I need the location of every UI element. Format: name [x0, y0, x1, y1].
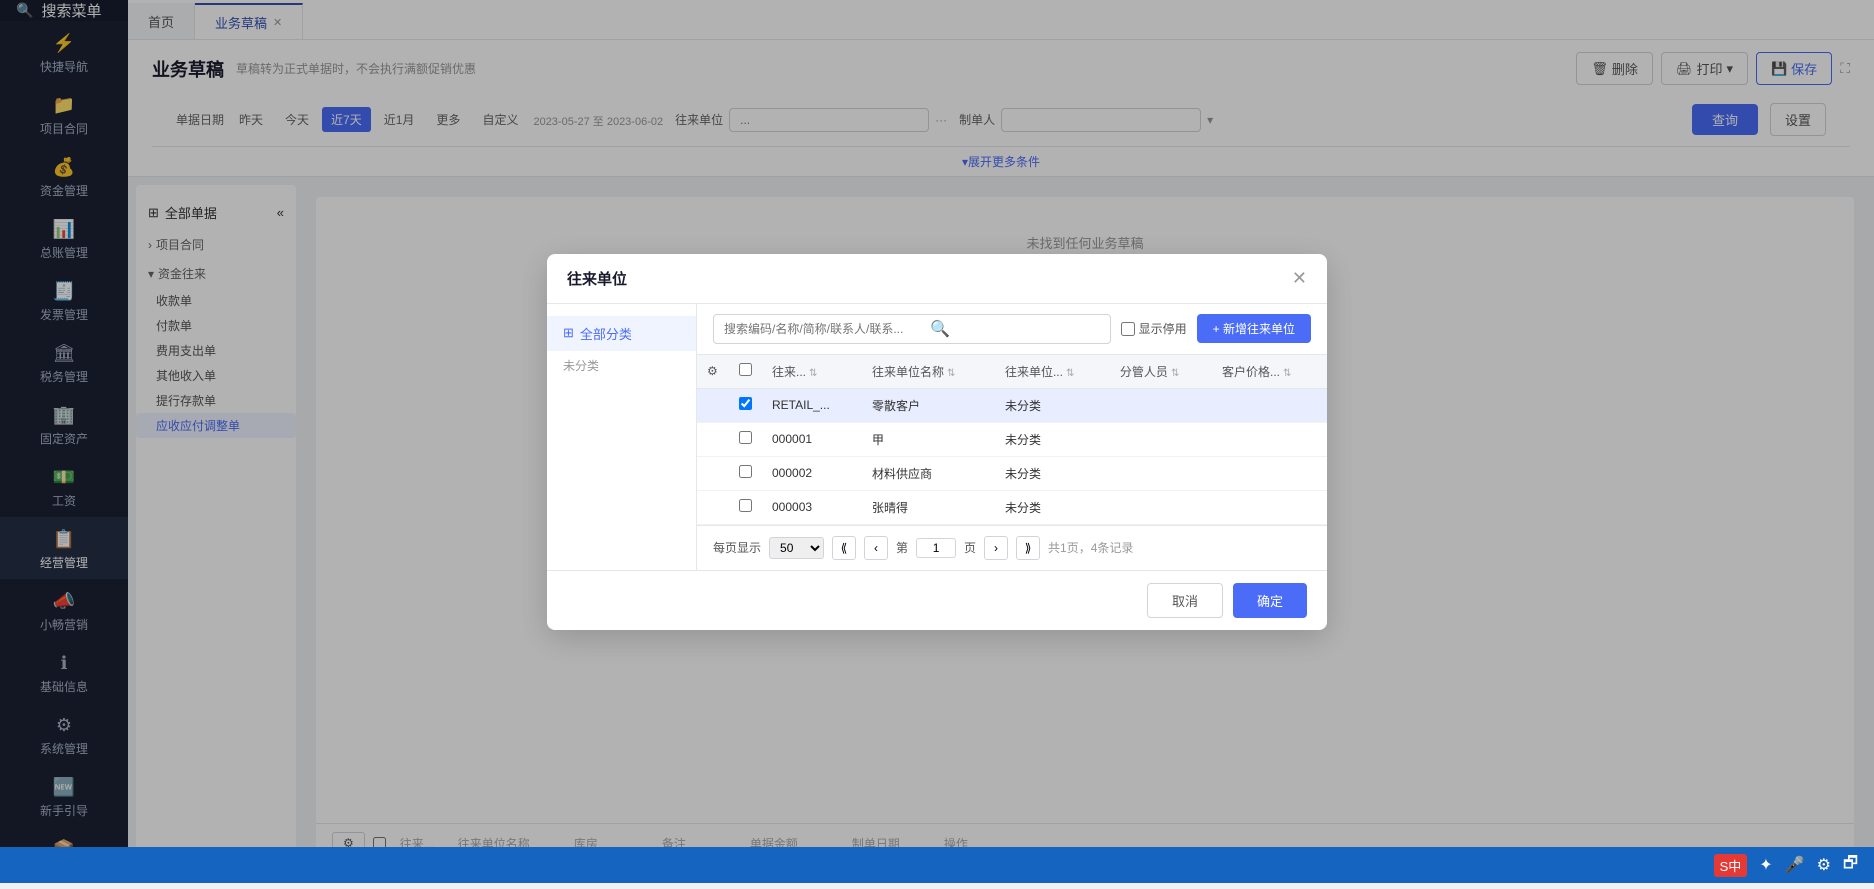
add-counterpart-button[interactable]: + 新增往来单位 — [1197, 314, 1311, 343]
modal-body: ⊞ 全部分类 未分类 🔍 显示停用 — [547, 304, 1327, 570]
th-name: 往来单位名称⇅ — [862, 355, 995, 389]
row-code: 000002 — [762, 456, 862, 490]
row-checkbox[interactable] — [739, 397, 752, 410]
row-category: 未分类 — [995, 490, 1110, 524]
counterpart-table: ⚙ 往来...⇅ 往来单位名称⇅ 往来单位...⇅ 分管人员⇅ 客户价格...⇅ — [697, 355, 1327, 525]
row-icon — [697, 490, 729, 524]
table-row[interactable]: 000002 材料供应商 未分类 — [697, 456, 1327, 490]
table-row[interactable]: 000001 甲 未分类 — [697, 422, 1327, 456]
cancel-button[interactable]: 取消 — [1147, 583, 1223, 618]
page-suffix: 页 — [964, 539, 976, 556]
row-check — [729, 388, 762, 422]
th-settings[interactable]: ⚙ — [697, 355, 729, 389]
table-header: ⚙ 往来...⇅ 往来单位名称⇅ 往来单位...⇅ 分管人员⇅ 客户价格...⇅ — [697, 355, 1327, 389]
current-page-input[interactable] — [916, 538, 956, 558]
select-all-modal[interactable] — [739, 363, 752, 376]
modal-sidebar-all-label: 全部分类 — [580, 324, 632, 343]
show-disabled-group: 显示停用 — [1121, 320, 1187, 337]
table-row[interactable]: 000003 张晴得 未分类 — [697, 490, 1327, 524]
show-disabled-checkbox[interactable] — [1121, 322, 1135, 336]
show-disabled-label: 显示停用 — [1139, 320, 1187, 337]
modal-close-button[interactable]: ✕ — [1292, 268, 1307, 289]
modal-search-input[interactable] — [724, 322, 924, 336]
th-category: 往来单位...⇅ — [995, 355, 1110, 389]
last-page-btn[interactable]: ⟫ — [1016, 536, 1040, 560]
modal-table: ⚙ 往来...⇅ 往来单位名称⇅ 往来单位...⇅ 分管人员⇅ 客户价格...⇅ — [697, 355, 1327, 525]
modal-sidebar-uncategorized[interactable]: 未分类 — [547, 351, 696, 380]
row-checkbox[interactable] — [739, 499, 752, 512]
modal-footer: 取消 确定 — [547, 570, 1327, 630]
row-icon — [697, 422, 729, 456]
row-price — [1212, 490, 1327, 524]
row-price — [1212, 456, 1327, 490]
row-checkbox[interactable] — [739, 431, 752, 444]
row-category: 未分类 — [995, 388, 1110, 422]
modal-pagination: 每页显示 50 100 ⟪ ‹ 第 页 › ⟫ 共1页，4条记录 — [697, 525, 1327, 570]
modal-overlay[interactable]: 往来单位 ✕ ⊞ 全部分类 未分类 🔍 — [0, 0, 1874, 883]
app-logo: S中 — [1714, 854, 1748, 877]
bottom-taskbar: S中 ✦ 🎤 ⚙ 🗗 — [0, 847, 1874, 883]
row-check — [729, 456, 762, 490]
table-body: RETAIL_... 零散客户 未分类 000001 甲 — [697, 388, 1327, 524]
row-name: 零散客户 — [862, 388, 995, 422]
modal-search-box: 🔍 — [713, 314, 1111, 344]
row-check — [729, 422, 762, 456]
bottom-window-icon[interactable]: 🗗 — [1843, 852, 1858, 879]
page-label: 第 — [896, 539, 908, 556]
modal-toolbar: 🔍 显示停用 + 新增往来单位 — [697, 304, 1327, 355]
row-price — [1212, 422, 1327, 456]
table-row[interactable]: RETAIL_... 零散客户 未分类 — [697, 388, 1327, 422]
row-checkbox[interactable] — [739, 465, 752, 478]
row-icon — [697, 456, 729, 490]
row-code: RETAIL_... — [762, 388, 862, 422]
modal-sidebar: ⊞ 全部分类 未分类 — [547, 304, 697, 570]
modal-sidebar-all[interactable]: ⊞ 全部分类 — [547, 316, 696, 351]
row-manager — [1110, 388, 1212, 422]
prev-page-btn[interactable]: ‹ — [864, 536, 888, 560]
row-icon — [697, 388, 729, 422]
row-code: 000003 — [762, 490, 862, 524]
row-name: 张晴得 — [862, 490, 995, 524]
bottom-gear-icon[interactable]: ⚙ — [1817, 855, 1831, 875]
row-manager — [1110, 456, 1212, 490]
row-code: 000001 — [762, 422, 862, 456]
bottom-mic-icon[interactable]: 🎤 — [1785, 855, 1805, 875]
modal-main: 🔍 显示停用 + 新增往来单位 ⚙ — [697, 304, 1327, 570]
row-manager — [1110, 422, 1212, 456]
th-price: 客户价格...⇅ — [1212, 355, 1327, 389]
modal-header: 往来单位 ✕ — [547, 254, 1327, 304]
modal-title: 往来单位 — [567, 268, 627, 289]
row-name: 甲 — [862, 422, 995, 456]
th-checkbox — [729, 355, 762, 389]
row-price — [1212, 388, 1327, 422]
bottom-icon-1[interactable]: ✦ — [1759, 855, 1772, 875]
th-manager: 分管人员⇅ — [1110, 355, 1212, 389]
confirm-button[interactable]: 确定 — [1233, 583, 1307, 618]
th-code: 往来...⇅ — [762, 355, 862, 389]
counterpart-modal: 往来单位 ✕ ⊞ 全部分类 未分类 🔍 — [547, 254, 1327, 630]
first-page-btn[interactable]: ⟪ — [832, 536, 856, 560]
row-category: 未分类 — [995, 456, 1110, 490]
row-check — [729, 490, 762, 524]
per-page-label: 每页显示 — [713, 539, 761, 556]
row-manager — [1110, 490, 1212, 524]
page-total: 共1页，4条记录 — [1048, 539, 1133, 556]
row-category: 未分类 — [995, 422, 1110, 456]
modal-search-icon: 🔍 — [930, 319, 950, 339]
grid-icon2: ⊞ — [563, 325, 574, 341]
row-name: 材料供应商 — [862, 456, 995, 490]
per-page-select[interactable]: 50 100 — [769, 537, 824, 559]
next-page-btn[interactable]: › — [984, 536, 1008, 560]
